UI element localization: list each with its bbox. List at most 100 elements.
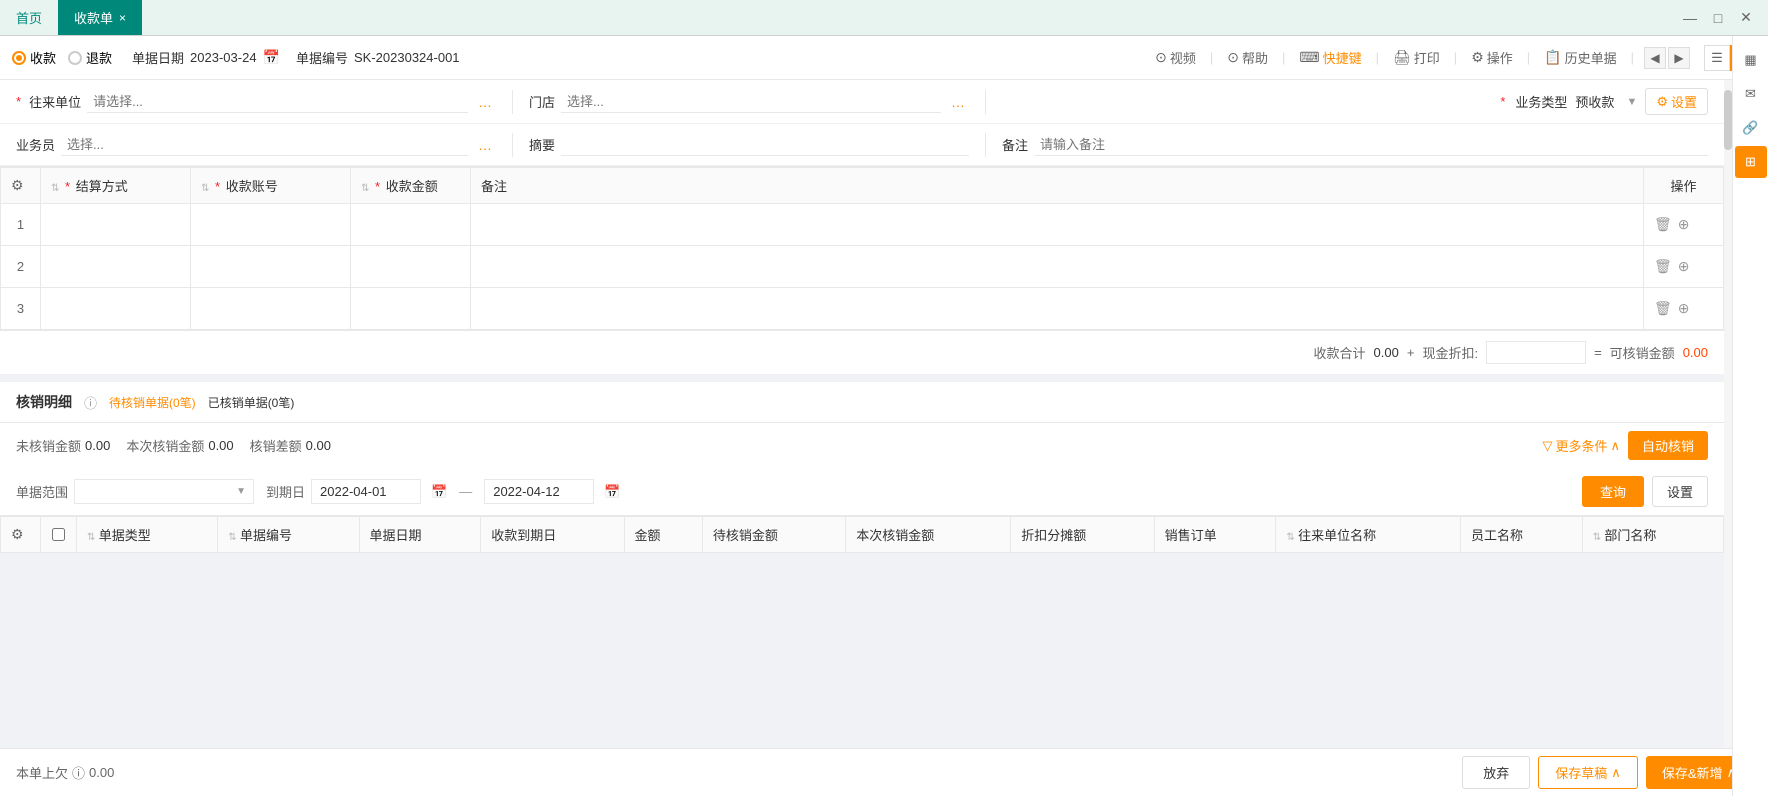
tab-close-icon[interactable]: × bbox=[119, 11, 126, 25]
refund-radio[interactable]: 退款 bbox=[68, 48, 112, 67]
more-conditions-label: 更多条件 bbox=[1555, 436, 1607, 455]
th-gear[interactable]: ⚙ bbox=[1, 168, 41, 204]
range-select-wrapper: ▼ bbox=[74, 479, 254, 504]
done-tab[interactable]: 已核销单据(0笔) bbox=[208, 394, 295, 411]
history-label: 历史单据 bbox=[1565, 48, 1617, 67]
section-separator bbox=[0, 374, 1724, 382]
calendar-icon[interactable]: 📅 bbox=[263, 49, 280, 66]
row-1-delete-icon[interactable]: 🗑 bbox=[1654, 216, 1672, 233]
row-3-copy-icon[interactable]: ⊕ bbox=[1678, 300, 1690, 317]
abandon-button[interactable]: 放弃 bbox=[1462, 756, 1530, 789]
store-more-btn[interactable]: … bbox=[947, 94, 969, 110]
store-input[interactable] bbox=[561, 91, 941, 113]
auto-writeoff-button[interactable]: 自动核销 bbox=[1628, 431, 1708, 460]
pending-tab[interactable]: 待核销单据(0笔) bbox=[109, 394, 196, 411]
history-icon: 📋 bbox=[1544, 49, 1561, 66]
tab-home[interactable]: 首页 bbox=[0, 0, 58, 35]
business-type-field: * 业务类型 预收款 ▼ ⚙ 设置 bbox=[1500, 88, 1708, 115]
row-3-amount[interactable] bbox=[351, 288, 471, 330]
row-2-delete-icon[interactable]: 🗑 bbox=[1654, 258, 1672, 275]
print-action[interactable]: 🖨 打印 bbox=[1389, 48, 1444, 67]
row-2-copy-icon[interactable]: ⊕ bbox=[1678, 258, 1690, 275]
select-all-checkbox[interactable] bbox=[52, 528, 65, 541]
staff-field: 业务员 … bbox=[16, 134, 496, 156]
receipt-radio[interactable]: 收款 bbox=[12, 48, 56, 67]
row-1-amount[interactable] bbox=[351, 204, 471, 246]
sidebar-link-icon[interactable]: 🔗 bbox=[1735, 112, 1767, 144]
row-1-account[interactable] bbox=[191, 204, 351, 246]
minimize-button[interactable]: — bbox=[1676, 4, 1704, 32]
counterpart-input[interactable] bbox=[87, 91, 468, 113]
required-star-type: * bbox=[1500, 94, 1505, 109]
row-2-actions: 🗑 ⊕ bbox=[1644, 246, 1724, 288]
store-field: 门店 … bbox=[529, 91, 969, 113]
current-stat: 本次核销金额 0.00 bbox=[126, 436, 233, 455]
number-label: 单据编号 bbox=[296, 48, 348, 67]
current-label: 本次核销金额 bbox=[126, 436, 204, 455]
receipt-refund-radio: 收款 退款 bbox=[12, 48, 112, 67]
scrollbar-thumb[interactable] bbox=[1724, 90, 1732, 150]
discount-input[interactable] bbox=[1486, 341, 1586, 364]
history-action[interactable]: 📋 历史单据 bbox=[1540, 48, 1620, 67]
gear-icon[interactable]: ⚙ bbox=[11, 177, 24, 193]
summary-input[interactable] bbox=[561, 134, 969, 156]
bottom-gear-icon[interactable]: ⚙ bbox=[11, 526, 24, 542]
list-view-button[interactable]: ☰ bbox=[1704, 45, 1730, 71]
more-conditions-btn[interactable]: ▽ 更多条件 ∧ bbox=[1542, 436, 1620, 455]
date-to-input[interactable] bbox=[484, 479, 594, 504]
staff-input[interactable] bbox=[61, 134, 468, 156]
sidebar-table-icon[interactable]: ▦ bbox=[1735, 44, 1767, 76]
settings-button[interactable]: ⚙ 设置 bbox=[1645, 88, 1708, 115]
row-3-settlement[interactable] bbox=[41, 288, 191, 330]
staff-label: 业务员 bbox=[16, 135, 55, 154]
total-label: 收款合计 bbox=[1314, 343, 1366, 362]
right-sidebar: ▦ ✉ 🔗 ⊞ bbox=[1732, 36, 1768, 796]
table-row: 1 🗑 ⊕ bbox=[1, 204, 1724, 246]
video-icon: ⊙ bbox=[1155, 49, 1167, 66]
staff-more-btn[interactable]: … bbox=[474, 137, 496, 153]
video-action[interactable]: ⊙ 视频 bbox=[1151, 48, 1200, 67]
nav-prev-button[interactable]: ◀ bbox=[1644, 47, 1666, 69]
maximize-button[interactable]: □ bbox=[1704, 4, 1732, 32]
row-1-notes[interactable] bbox=[471, 204, 1644, 246]
row-num-2: 2 bbox=[1, 246, 41, 288]
date-from-input[interactable] bbox=[311, 479, 421, 504]
tab-receipt[interactable]: 收款单 × bbox=[58, 0, 142, 35]
available-label: 可核销金额 bbox=[1610, 343, 1675, 362]
th-bottom-gear[interactable]: ⚙ bbox=[1, 517, 41, 553]
row-2-amount[interactable] bbox=[351, 246, 471, 288]
row-2-account[interactable] bbox=[191, 246, 351, 288]
sidebar-mail-icon[interactable]: ✉ bbox=[1735, 78, 1767, 110]
counterpart-more-btn[interactable]: … bbox=[474, 94, 496, 110]
row-3-delete-icon[interactable]: 🗑 bbox=[1654, 300, 1672, 317]
writeoff-settings-button[interactable]: 设置 bbox=[1652, 476, 1708, 507]
writeoff-info-icon[interactable]: ⓘ bbox=[84, 393, 97, 412]
calendar-to-icon[interactable]: 📅 bbox=[604, 484, 620, 500]
bottom-info-value: 0.00 bbox=[89, 765, 114, 780]
operations-action[interactable]: ⚙ 操作 bbox=[1467, 48, 1517, 67]
row-2-notes[interactable] bbox=[471, 246, 1644, 288]
row-2-settlement[interactable] bbox=[41, 246, 191, 288]
help-action[interactable]: ⊙ 帮助 bbox=[1223, 48, 1272, 67]
calendar-from-icon[interactable]: 📅 bbox=[431, 484, 447, 500]
bottom-info: 本单上欠 ⓘ 0.00 bbox=[16, 763, 114, 782]
draft-button[interactable]: 保存草稿 ∧ bbox=[1538, 756, 1638, 789]
tab-bar: 首页 收款单 × — □ ✕ bbox=[0, 0, 1768, 36]
close-button[interactable]: ✕ bbox=[1732, 4, 1760, 32]
notes-input[interactable] bbox=[1034, 134, 1708, 156]
counterpart-field: * 往来单位 … bbox=[16, 91, 496, 113]
range-select[interactable] bbox=[74, 479, 254, 504]
sidebar-screenshot-icon[interactable]: ⊞ bbox=[1735, 146, 1767, 178]
business-type-arrow[interactable]: ▼ bbox=[1626, 96, 1637, 108]
bottom-info-icon[interactable]: ⓘ bbox=[72, 763, 85, 782]
scrollbar-area[interactable] bbox=[1724, 80, 1732, 748]
nav-next-button[interactable]: ▶ bbox=[1668, 47, 1690, 69]
row-3-notes[interactable] bbox=[471, 288, 1644, 330]
shortcut-action[interactable]: ⌨ 快捷键 bbox=[1295, 48, 1365, 67]
date-separator: — bbox=[459, 484, 472, 499]
th-notes: 备注 bbox=[471, 168, 1644, 204]
query-button[interactable]: 查询 bbox=[1582, 476, 1644, 507]
row-1-settlement[interactable] bbox=[41, 204, 191, 246]
row-1-copy-icon[interactable]: ⊕ bbox=[1678, 216, 1690, 233]
row-3-account[interactable] bbox=[191, 288, 351, 330]
